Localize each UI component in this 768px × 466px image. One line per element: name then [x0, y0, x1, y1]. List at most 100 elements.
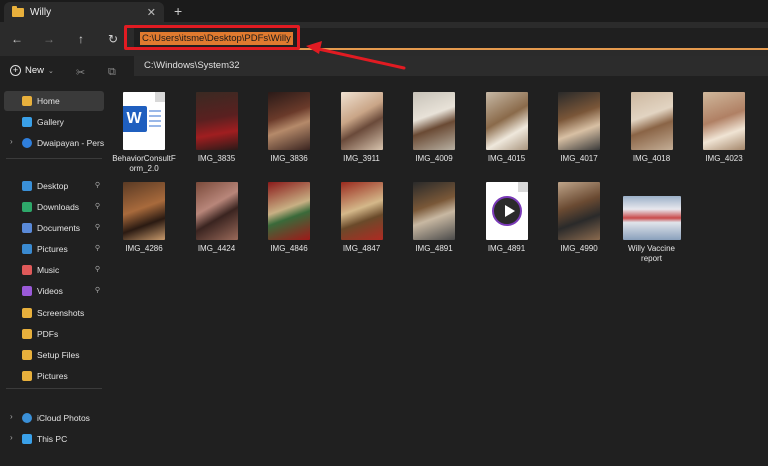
documents-icon — [22, 223, 32, 233]
file-item[interactable]: IMG_4286 — [110, 182, 178, 254]
command-bar: + New ⌄ ✂ ⧉ — [0, 56, 134, 86]
sidebar-item-videos[interactable]: Videos ⚲ — [4, 281, 104, 301]
file-name: IMG_4424 — [197, 244, 236, 253]
pin-icon[interactable]: ⚲ — [95, 244, 100, 252]
file-name: IMG_4009 — [415, 154, 453, 163]
pin-icon[interactable]: ⚲ — [95, 286, 100, 294]
back-button[interactable]: ← — [8, 30, 26, 48]
file-name: IMG_3911 — [343, 154, 380, 163]
sidebar-item-this-pc[interactable]: › This PC — [4, 429, 104, 449]
pin-icon[interactable]: ⚲ — [95, 265, 100, 273]
sidebar-item-documents[interactable]: Documents ⚲ — [4, 218, 104, 238]
photo-thumbnail — [268, 182, 310, 240]
file-item[interactable]: IMG_4023 — [690, 92, 758, 164]
sidebar-item-pdfs[interactable]: PDFs — [4, 324, 104, 344]
sidebar-item-label: Pictures — [37, 371, 68, 381]
word-logo-icon: W — [123, 106, 147, 132]
file-item[interactable]: IMG_4990 — [545, 182, 613, 254]
file-item[interactable]: IMG_3911 — [328, 92, 396, 164]
chevron-right-icon[interactable]: › — [10, 412, 13, 421]
pin-icon[interactable]: ⚲ — [95, 202, 100, 210]
music-icon — [22, 265, 32, 275]
photo-thumbnail — [195, 182, 238, 240]
refresh-button[interactable]: ↻ — [104, 30, 122, 48]
photo-thumbnail — [268, 92, 310, 150]
file-item[interactable]: IMG_4018 — [618, 92, 686, 164]
folder-icon — [22, 371, 32, 381]
file-item[interactable]: IMG_4891 — [473, 182, 541, 254]
sidebar-item-label: Home — [37, 96, 60, 106]
file-view: W BehaviorConsultForm_2.0 IMG_3835 IMG_3836… — [108, 88, 768, 466]
video-file-icon — [485, 182, 528, 240]
file-item[interactable]: IMG_4424 — [183, 182, 251, 254]
file-item[interactable]: IMG_4009 — [400, 92, 468, 164]
videos-icon — [22, 286, 32, 296]
report-thumbnail — [622, 196, 681, 240]
sidebar-item-label: Videos — [37, 286, 63, 296]
sidebar-item-desktop[interactable]: Desktop ⚲ — [4, 176, 104, 196]
file-name: IMG_3835 — [197, 154, 236, 163]
file-item[interactable]: IMG_3836 — [255, 92, 323, 164]
file-name: IMG_4846 — [270, 244, 308, 253]
file-item[interactable]: IMG_4015 — [473, 92, 541, 164]
sidebar-item-dwaipayan-person[interactable]: › Dwaipayan - Person — [4, 133, 104, 153]
file-name: IMG_4286 — [125, 244, 163, 253]
photo-thumbnail — [413, 182, 455, 240]
photo-thumbnail — [413, 92, 455, 150]
sidebar-item-setup-files[interactable]: Setup Files — [4, 345, 104, 365]
file-item[interactable]: IMG_3835 — [183, 92, 251, 164]
cut-icon[interactable]: ✂ — [76, 66, 85, 79]
file-name: IMG_4015 — [487, 154, 526, 163]
up-button[interactable]: ↑ — [72, 30, 90, 48]
tab-title: Willy — [30, 6, 52, 18]
tab-willy[interactable]: Willy ✕ — [4, 2, 164, 22]
new-button[interactable]: + New ⌄ — [10, 65, 54, 76]
photo-thumbnail — [558, 92, 600, 150]
file-item[interactable]: W BehaviorConsultForm_2.0 — [110, 92, 178, 174]
file-name: IMG_4018 — [632, 154, 671, 163]
sidebar-item-label: Downloads — [37, 202, 80, 212]
address-suggestion[interactable]: C:\Windows\System32 — [134, 56, 768, 76]
new-tab-button[interactable]: + — [174, 3, 182, 19]
photo-thumbnail — [703, 92, 745, 150]
sidebar-item-label: Music — [37, 265, 60, 275]
pin-icon[interactable]: ⚲ — [95, 223, 100, 231]
sidebar-item-label: Gallery — [37, 117, 64, 127]
chevron-right-icon[interactable]: › — [10, 137, 13, 146]
icloud-icon — [22, 413, 32, 423]
folder-icon — [22, 308, 32, 318]
sidebar-item-gallery[interactable]: Gallery — [4, 112, 104, 132]
file-name: IMG_4023 — [705, 154, 743, 163]
sidebar-item-screenshots[interactable]: Screenshots — [4, 303, 104, 323]
copy-icon[interactable]: ⧉ — [108, 66, 116, 79]
file-item[interactable]: IMG_4017 — [545, 92, 613, 164]
chevron-down-icon: ⌄ — [48, 67, 54, 75]
forward-button[interactable]: → — [40, 30, 58, 48]
plus-icon: + — [10, 65, 21, 76]
file-name: IMG_4891 — [487, 244, 526, 253]
download-icon — [22, 202, 32, 212]
file-item[interactable]: Willy Vaccine report — [618, 182, 686, 264]
gallery-icon — [22, 117, 32, 127]
annotation-highlight-box — [124, 25, 300, 50]
sidebar-item-music[interactable]: Music ⚲ — [4, 260, 104, 280]
close-icon[interactable]: ✕ — [147, 6, 156, 19]
file-name: Willy Vaccine report — [628, 244, 675, 263]
sidebar-item-downloads[interactable]: Downloads ⚲ — [4, 197, 104, 217]
photo-thumbnail — [485, 92, 528, 150]
sidebar-item-pictures[interactable]: Pictures ⚲ — [4, 239, 104, 259]
document-lines — [149, 110, 161, 130]
sidebar-item-home[interactable]: Home — [4, 91, 104, 111]
file-item[interactable]: IMG_4891 — [400, 182, 468, 254]
file-item[interactable]: IMG_4847 — [328, 182, 396, 254]
tab-bar: Willy ✕ + — [0, 0, 768, 22]
word-document-icon: W — [123, 92, 165, 150]
photo-thumbnail — [340, 182, 383, 240]
sidebar-item-icloud-photos[interactable]: › iCloud Photos — [4, 408, 104, 428]
chevron-right-icon[interactable]: › — [10, 433, 13, 442]
sidebar-item-label: Screenshots — [37, 308, 85, 318]
file-item[interactable]: IMG_4846 — [255, 182, 323, 254]
file-name: IMG_3836 — [270, 154, 308, 163]
pin-icon[interactable]: ⚲ — [95, 181, 100, 189]
sidebar-item-pictures[interactable]: Pictures — [4, 366, 104, 386]
